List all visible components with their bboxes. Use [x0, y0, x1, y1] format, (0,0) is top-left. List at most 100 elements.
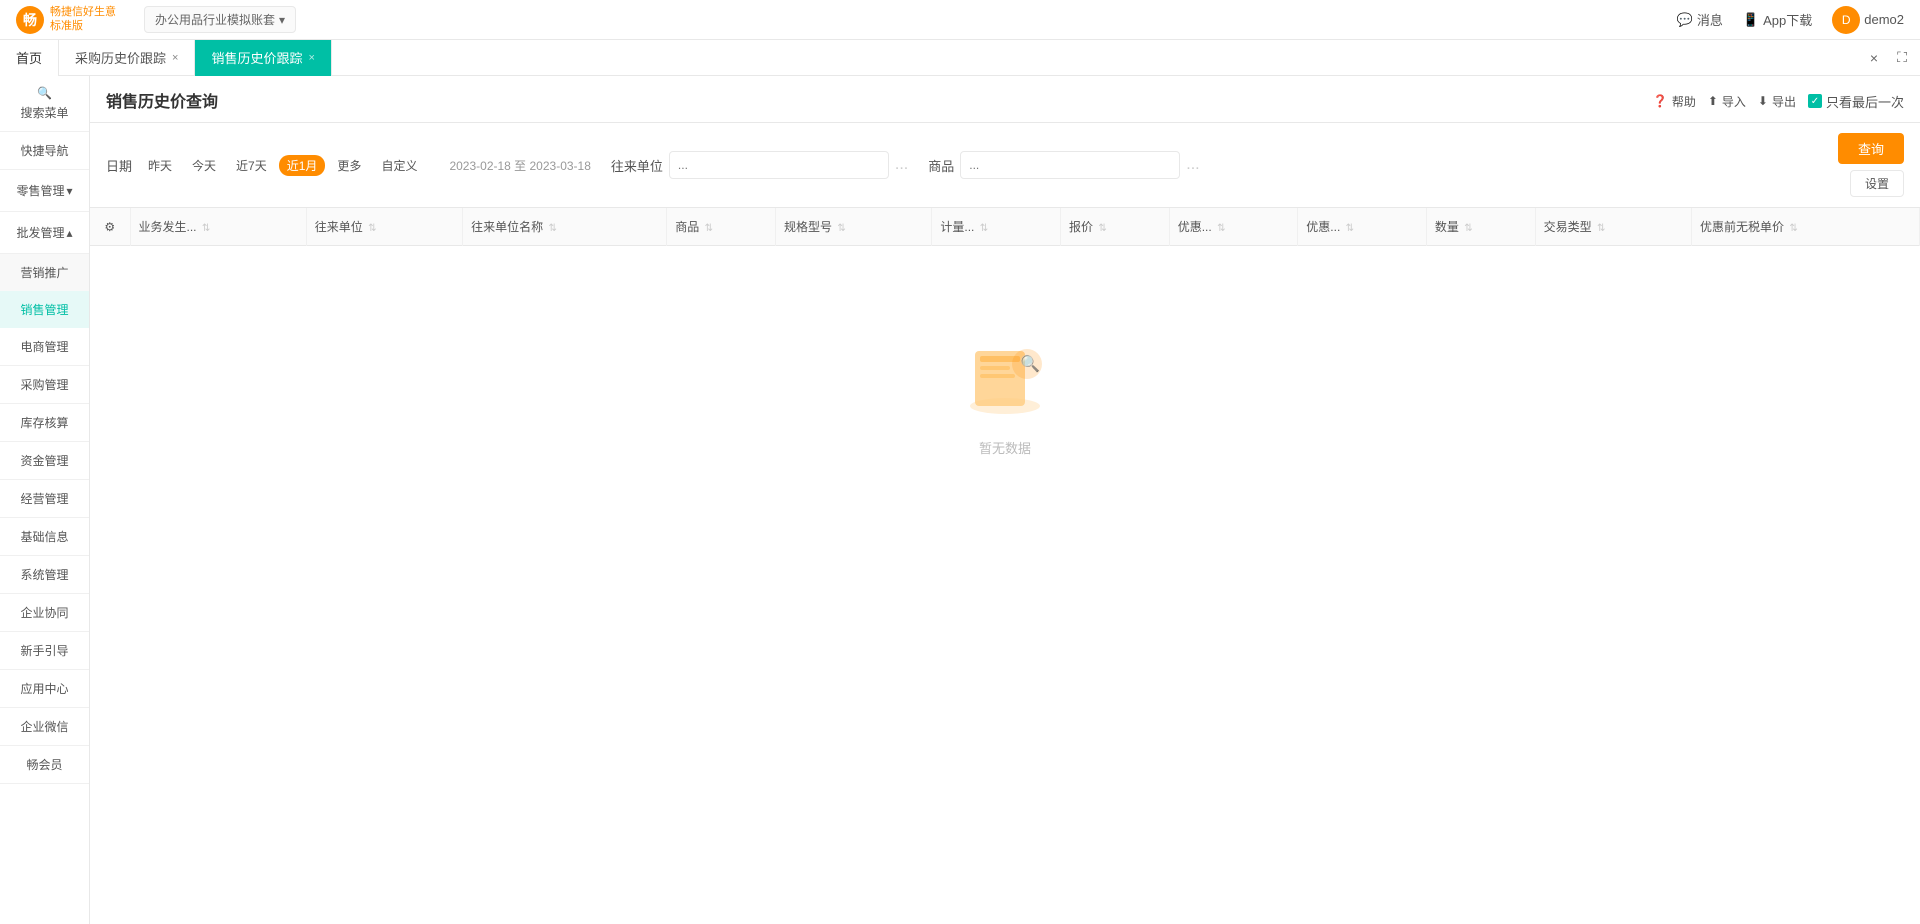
app-selector[interactable]: 办公用品行业模拟账套 ▾: [144, 6, 296, 33]
sidebar-item-sales-mgmt[interactable]: 销售管理: [0, 291, 89, 328]
sidebar-item-operation[interactable]: 经营管理: [0, 480, 89, 518]
sort-icon: ⇅: [705, 223, 713, 234]
sort-icon: ⇅: [202, 223, 210, 234]
empty-icon: 🔍: [955, 326, 1055, 426]
sort-icon: ⇅: [1217, 223, 1225, 234]
fullscreen-button[interactable]: ⛶: [1892, 48, 1912, 68]
only-last-checkbox[interactable]: [1808, 94, 1822, 108]
table-header-row: ⚙ 业务发生... ⇅ 往来单位 ⇅ 往来单位名称 ⇅: [90, 208, 1920, 246]
search-icon: 🔍: [37, 86, 52, 100]
col-partner-code[interactable]: 往来单位 ⇅: [306, 208, 462, 246]
sidebar-item-retail[interactable]: 零售管理 ▾: [0, 170, 89, 212]
help-button[interactable]: ❓ 帮助: [1653, 93, 1696, 110]
goods-picker-dots[interactable]: ...: [1186, 156, 1199, 174]
query-button[interactable]: 查询: [1838, 133, 1904, 164]
only-last-checkbox-label[interactable]: 只看最后一次: [1808, 92, 1904, 111]
table-settings-col[interactable]: ⚙: [90, 208, 130, 246]
filter-area: 日期 昨天 今天 近7天 近1月 更多 自定义 2023-02-18 至 202…: [90, 123, 1920, 208]
sidebar-item-app-center[interactable]: 应用中心: [0, 670, 89, 708]
tab-actions: × ⛶: [1864, 48, 1920, 68]
sidebar-item-wechat[interactable]: 企业微信: [0, 708, 89, 746]
sort-icon: ⇅: [1464, 223, 1472, 234]
sidebar-item-enterprise[interactable]: 企业协同: [0, 594, 89, 632]
setting-button[interactable]: 设置: [1850, 170, 1904, 197]
export-button[interactable]: ⬇ 导出: [1758, 93, 1796, 110]
col-spec[interactable]: 规格型号 ⇅: [775, 208, 931, 246]
tab-sales[interactable]: 销售历史价跟踪 ×: [195, 40, 331, 76]
sort-icon: ⇅: [368, 223, 376, 234]
sidebar-item-basic-info[interactable]: 基础信息: [0, 518, 89, 556]
page-header: 销售历史价查询 ❓ 帮助 ⬆ 导入 ⬇ 导出: [90, 76, 1920, 123]
topbar: 畅 畅捷信好生意 标准版 办公用品行业模拟账套 ▾ 💬 消息 📱 App下载 D…: [0, 0, 1920, 40]
sidebar-item-ecommerce[interactable]: 电商管理: [0, 328, 89, 366]
empty-state: 🔍 暂无数据: [90, 246, 1920, 537]
page-toolbar: ❓ 帮助 ⬆ 导入 ⬇ 导出 只看最后一次: [1653, 92, 1904, 119]
date-btn-more[interactable]: 更多: [329, 155, 369, 176]
col-unit[interactable]: 计量... ⇅: [932, 208, 1061, 246]
partner-picker-dots[interactable]: ...: [895, 156, 908, 174]
logo-text: 畅捷信好生意 标准版: [50, 6, 116, 32]
main-layout: 🔍 搜索菜单 快捷导航 零售管理 ▾ 批发管理 ▴ 营销推广 销售管理 电商管理…: [0, 76, 1920, 924]
sidebar: 🔍 搜索菜单 快捷导航 零售管理 ▾ 批发管理 ▴ 营销推广 销售管理 电商管理…: [0, 76, 90, 924]
sidebar-item-inventory[interactable]: 库存核算: [0, 404, 89, 442]
svg-text:🔍: 🔍: [1020, 353, 1040, 373]
sidebar-item-finance[interactable]: 资金管理: [0, 442, 89, 480]
sidebar-item-shortcut[interactable]: 快捷导航: [0, 132, 89, 170]
col-biz-date[interactable]: 业务发生... ⇅: [130, 208, 306, 246]
tabbar: 首页 采购历史价跟踪 × 销售历史价跟踪 × × ⛶: [0, 40, 1920, 76]
partner-input[interactable]: [669, 151, 889, 179]
user-menu[interactable]: D demo2: [1832, 6, 1904, 34]
date-quick-buttons: 昨天 今天 近7天 近1月 更多 自定义: [140, 155, 425, 176]
close-sales-tab[interactable]: ×: [308, 52, 314, 64]
empty-text: 暂无数据: [979, 438, 1031, 457]
sort-icon: ⇅: [837, 223, 845, 234]
sort-icon: ⇅: [980, 223, 988, 234]
close-all-tabs-button[interactable]: ×: [1864, 48, 1884, 68]
sidebar-item-member[interactable]: 畅会员: [0, 746, 89, 784]
col-partner-name[interactable]: 往来单位名称 ⇅: [463, 208, 667, 246]
goods-input[interactable]: [960, 151, 1180, 179]
col-discount2[interactable]: 优惠... ⇅: [1298, 208, 1427, 246]
page-title: 销售历史价查询: [106, 88, 218, 112]
content-area: 销售历史价查询 ❓ 帮助 ⬆ 导入 ⬇ 导出: [90, 76, 1920, 924]
col-quantity[interactable]: 数量 ⇅: [1426, 208, 1535, 246]
avatar: D: [1832, 6, 1860, 34]
date-btn-7days[interactable]: 近7天: [228, 155, 275, 176]
export-icon: ⬇: [1758, 94, 1768, 108]
sidebar-item-purchase[interactable]: 采购管理: [0, 366, 89, 404]
app-download-button[interactable]: 📱 App下载: [1743, 10, 1812, 29]
sort-icon: ⇅: [1789, 223, 1797, 234]
tab-home[interactable]: 首页: [0, 40, 59, 76]
sidebar-item-marketing[interactable]: 营销推广: [0, 254, 89, 291]
import-icon: ⬆: [1708, 94, 1718, 108]
chevron-down-icon: ▾: [66, 184, 72, 198]
sidebar-item-search[interactable]: 🔍 搜索菜单: [0, 76, 89, 132]
goods-filter-group: 商品 ...: [928, 151, 1199, 179]
date-btn-today[interactable]: 今天: [184, 155, 224, 176]
partner-filter-label: 往来单位: [611, 156, 663, 175]
col-goods[interactable]: 商品 ⇅: [667, 208, 776, 246]
date-range-display: 2023-02-18 至 2023-03-18: [449, 157, 590, 174]
sort-icon: ⇅: [1597, 223, 1605, 234]
date-filter-label: 日期: [106, 156, 132, 175]
topbar-left: 畅 畅捷信好生意 标准版 办公用品行业模拟账套 ▾: [16, 6, 296, 34]
date-btn-custom[interactable]: 自定义: [373, 155, 425, 176]
date-filter-group: 日期 昨天 今天 近7天 近1月 更多 自定义: [106, 155, 425, 176]
close-purchase-tab[interactable]: ×: [172, 52, 178, 64]
col-trade-type[interactable]: 交易类型 ⇅: [1535, 208, 1691, 246]
topbar-right: 💬 消息 📱 App下载 D demo2: [1677, 6, 1904, 34]
message-button[interactable]: 💬 消息: [1677, 10, 1723, 29]
message-icon: 💬: [1677, 12, 1693, 28]
logo-area: 畅 畅捷信好生意 标准版: [16, 6, 116, 34]
col-pretax-price[interactable]: 优惠前无税单价 ⇅: [1692, 208, 1920, 246]
sidebar-item-guide[interactable]: 新手引导: [0, 632, 89, 670]
col-discount1[interactable]: 优惠... ⇅: [1169, 208, 1298, 246]
date-btn-1month[interactable]: 近1月: [279, 155, 326, 176]
sidebar-item-system[interactable]: 系统管理: [0, 556, 89, 594]
sidebar-item-wholesale[interactable]: 批发管理 ▴: [0, 212, 89, 254]
col-price[interactable]: 报价 ⇅: [1060, 208, 1169, 246]
import-button[interactable]: ⬆ 导入: [1708, 93, 1746, 110]
date-btn-yesterday[interactable]: 昨天: [140, 155, 180, 176]
sort-icon: ⇅: [549, 223, 557, 234]
tab-purchase[interactable]: 采购历史价跟踪 ×: [59, 40, 195, 76]
